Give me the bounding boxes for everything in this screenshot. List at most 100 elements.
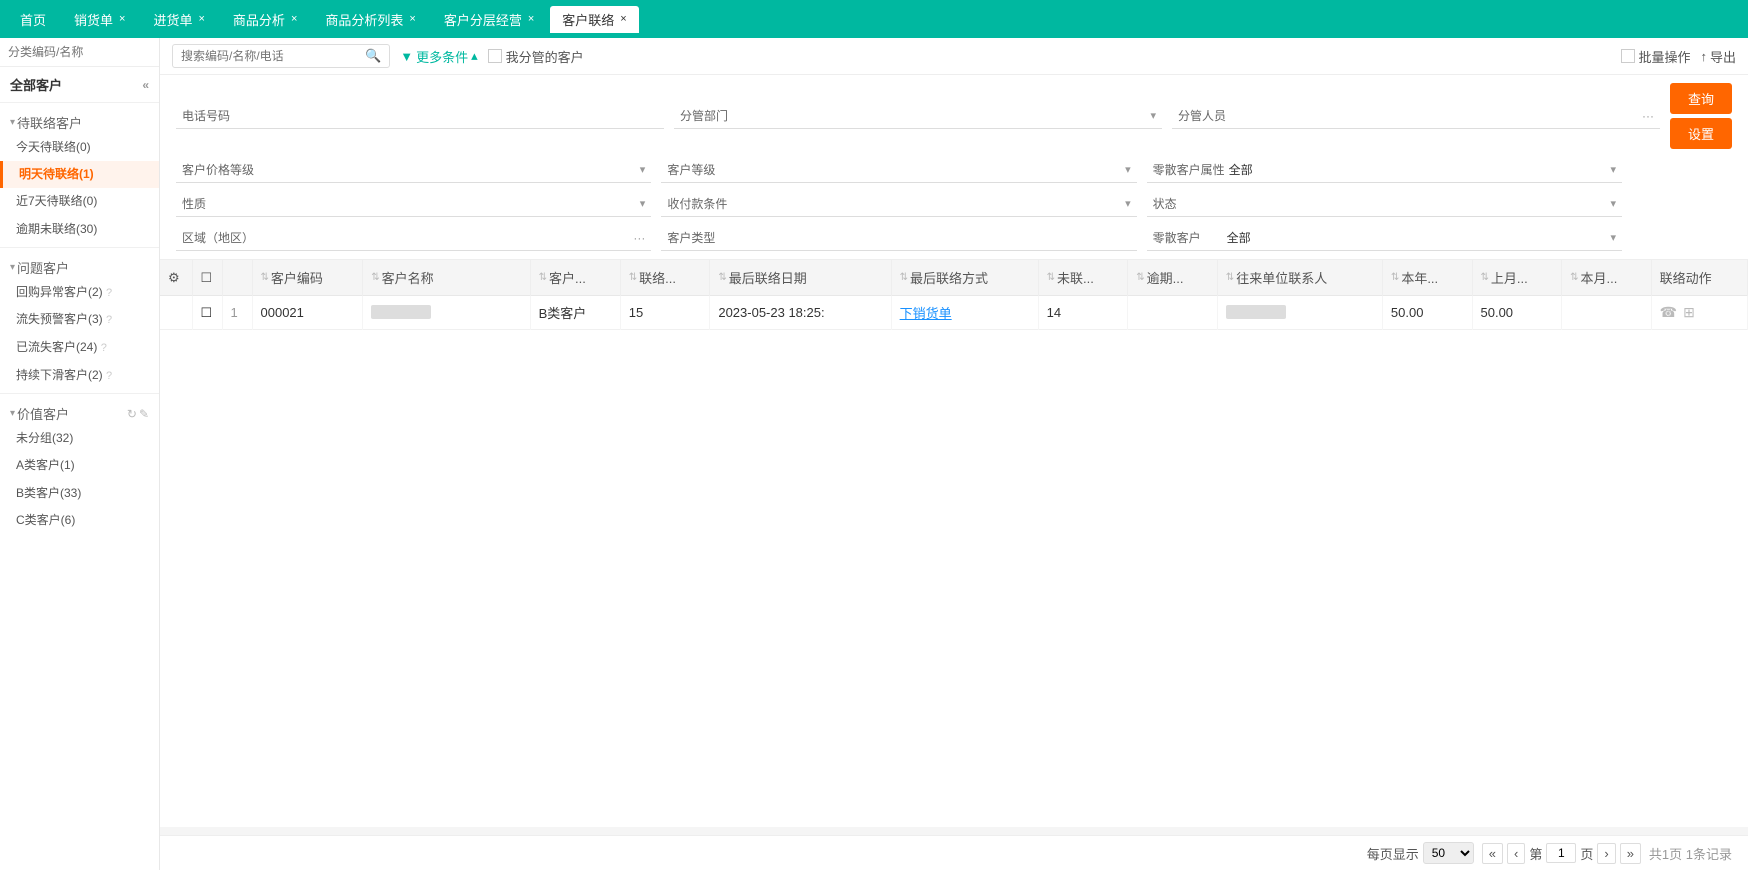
horizontal-scrollbar[interactable] (160, 827, 1748, 835)
settings-button[interactable]: 设置 (1670, 118, 1732, 149)
action-phone-icon[interactable]: ☎ (1660, 304, 1677, 321)
filter-customer-grade-chevron[interactable]: ▾ (1125, 163, 1131, 176)
query-button[interactable]: 查询 (1670, 83, 1732, 114)
filter-phone-label: 电话号码 (182, 107, 252, 124)
prev-page-button[interactable]: ‹ (1507, 843, 1525, 864)
nav-close-customer-contact[interactable]: × (620, 13, 626, 25)
more-conditions-btn[interactable]: ▼ 更多条件 ▴ (400, 47, 477, 66)
th-last-contact-method-label: 最后联络方式 (910, 268, 988, 287)
th-customer-type[interactable]: ⇅客户... (530, 260, 620, 296)
filter-person: 分管人员 ··· (1172, 103, 1660, 129)
filter-payment-terms-chevron[interactable]: ▾ (1125, 197, 1131, 210)
advanced-filters: 电话号码 分管部门 ▾ 分管人员 ··· 查询 设置 (160, 75, 1748, 260)
th-sort-tm-icon: ⇅ (1570, 272, 1578, 283)
sidebar-item-week7[interactable]: 近7天待联络(0) (0, 188, 159, 215)
nav-close-purchase[interactable]: × (198, 13, 204, 25)
filter-region-dots[interactable]: ··· (633, 231, 645, 245)
first-page-button[interactable]: « (1482, 843, 1503, 864)
filter-dept-input[interactable] (754, 109, 1146, 123)
th-last-contact-method[interactable]: ⇅最后联络方式 (891, 260, 1038, 296)
sidebar-item-repurchase[interactable]: 回购异常客户(2) ? (0, 279, 159, 307)
nav-item-goods-analysis[interactable]: 商品分析× (221, 6, 309, 33)
main-search-input[interactable] (181, 49, 361, 63)
filter-customer-type-input[interactable] (741, 231, 1130, 245)
th-last-contact-date[interactable]: ⇅最后联络日期 (710, 260, 891, 296)
table-body: ☐ 1 000021 B类客户 15 2023-05-23 18:25: 下销货… (160, 296, 1748, 330)
filter-retail-attr-chevron[interactable]: ▾ (1610, 163, 1616, 176)
my-customers-checkbox[interactable] (488, 49, 502, 63)
nav-close-goods-analysis[interactable]: × (291, 13, 297, 25)
filter-price-grade-input[interactable] (258, 163, 636, 177)
filter-person-dots[interactable]: ··· (1642, 109, 1654, 123)
sidebar-item-lost[interactable]: 已流失客户(24) ? (0, 334, 159, 362)
my-customers-checkbox-area[interactable]: 我分管的客户 (488, 47, 584, 66)
nav-close-goods-analysis-list[interactable]: × (409, 13, 415, 25)
sidebar-item-tomorrow[interactable]: 明天待联络(1) (0, 161, 159, 188)
export-button[interactable]: ↑ 导出 (1700, 47, 1736, 66)
sidebar-item-losing[interactable]: 流失预警客户(3) ? (0, 306, 159, 334)
sidebar-item-overdue[interactable]: 逾期未联络(30) (0, 216, 159, 243)
nav-item-goods-analysis-list[interactable]: 商品分析列表× (313, 6, 427, 33)
value-refresh-icon[interactable]: ↻ (127, 407, 137, 421)
td-contact-method-link[interactable]: 下销货单 (900, 306, 952, 321)
row-checkbox[interactable]: ☐ (201, 305, 213, 320)
th-not-contact[interactable]: ⇅未联... (1038, 260, 1128, 296)
total-records-label: 共1页 1条记录 (1649, 844, 1732, 863)
sidebar-search-input[interactable] (8, 45, 160, 59)
main-search-icon[interactable]: 🔍 (365, 48, 381, 64)
th-unit-contact[interactable]: ⇅往来单位联系人 (1217, 260, 1382, 296)
filter-nature-chevron[interactable]: ▾ (640, 197, 646, 210)
filter-payment-terms-input[interactable] (741, 197, 1121, 211)
filter-status-input[interactable] (1227, 197, 1607, 211)
filter-status-chevron[interactable]: ▾ (1610, 197, 1616, 210)
th-code[interactable]: ⇅客户编码 (252, 260, 363, 296)
th-sort-lm-icon: ⇅ (1481, 272, 1489, 283)
nav-close-customer-tier[interactable]: × (528, 13, 534, 25)
filter-price-grade-chevron[interactable]: ▾ (640, 163, 646, 176)
filter-phone-input[interactable] (256, 109, 658, 123)
sidebar-collapse-icon[interactable]: « (142, 78, 149, 92)
filter-retail-customer-chevron[interactable]: ▾ (1610, 231, 1616, 244)
td-checkbox[interactable]: ☐ (192, 296, 222, 330)
filter-customer-grade-input[interactable] (741, 163, 1121, 177)
nav-item-purchase[interactable]: 进货单× (141, 6, 216, 33)
bulk-op-button[interactable]: 批量操作 (1621, 47, 1690, 66)
filter-nature-input[interactable] (256, 197, 636, 211)
sidebar-item-classA[interactable]: A类客户(1) (0, 452, 159, 479)
sidebar-item-today[interactable]: 今天待联络(0) (0, 134, 159, 161)
th-settings[interactable]: ⚙ (160, 260, 192, 296)
search-wrap: 🔍 (172, 44, 390, 68)
filter-customer-type-label: 客户类型 (667, 229, 737, 246)
filter-dept-chevron[interactable]: ▾ (1150, 109, 1156, 122)
nav-close-sales[interactable]: × (119, 13, 125, 25)
nav-item-sales[interactable]: 销货单× (62, 6, 137, 33)
nav-item-customer-tier[interactable]: 客户分层经营× (432, 6, 546, 33)
sidebar-item-classB[interactable]: B类客户(33) (0, 480, 159, 507)
per-page-select[interactable]: 50 100 200 (1423, 842, 1474, 864)
header-checkbox[interactable]: ☐ (201, 270, 213, 286)
sidebar-item-ungrouped[interactable]: 未分组(32) (0, 425, 159, 452)
sidebar-section-value: ▾ 价值客户 ↻ ✎ (0, 398, 159, 425)
th-this-month[interactable]: ⇅本月... (1562, 260, 1652, 296)
th-this-year[interactable]: ⇅本年... (1382, 260, 1472, 296)
th-contact-count[interactable]: ⇅联络... (620, 260, 710, 296)
nav-item-customer-contact[interactable]: 客户联络× (550, 6, 638, 33)
th-checkbox[interactable]: ☐ (192, 260, 222, 296)
sidebar-item-classC[interactable]: C类客户(6) (0, 507, 159, 534)
next-page-button[interactable]: › (1597, 843, 1615, 864)
sidebar-item-declining[interactable]: 持续下滑客户(2) ? (0, 362, 159, 390)
filter-person-input[interactable] (1252, 109, 1638, 123)
action-grid-icon[interactable]: ⊞ (1683, 304, 1695, 321)
filter-region-input[interactable] (258, 231, 629, 245)
td-last-contact-method[interactable]: 下销货单 (891, 296, 1038, 330)
last-page-button[interactable]: » (1620, 843, 1641, 864)
page-number-input[interactable] (1546, 843, 1576, 863)
th-overdue[interactable]: ⇅逾期... (1128, 260, 1218, 296)
th-name[interactable]: ⇅客户名称 (363, 260, 530, 296)
nav-item-home[interactable]: 首页 (8, 6, 58, 33)
all-customers-label[interactable]: 全部客户 (10, 75, 62, 94)
value-edit-icon[interactable]: ✎ (139, 407, 149, 421)
filter-row-4: 区域（地区） ··· 客户类型 零散客户 全部 ▾ (176, 225, 1732, 251)
th-sort-nc-icon: ⇅ (1047, 272, 1055, 283)
th-last-month[interactable]: ⇅上月... (1472, 260, 1562, 296)
